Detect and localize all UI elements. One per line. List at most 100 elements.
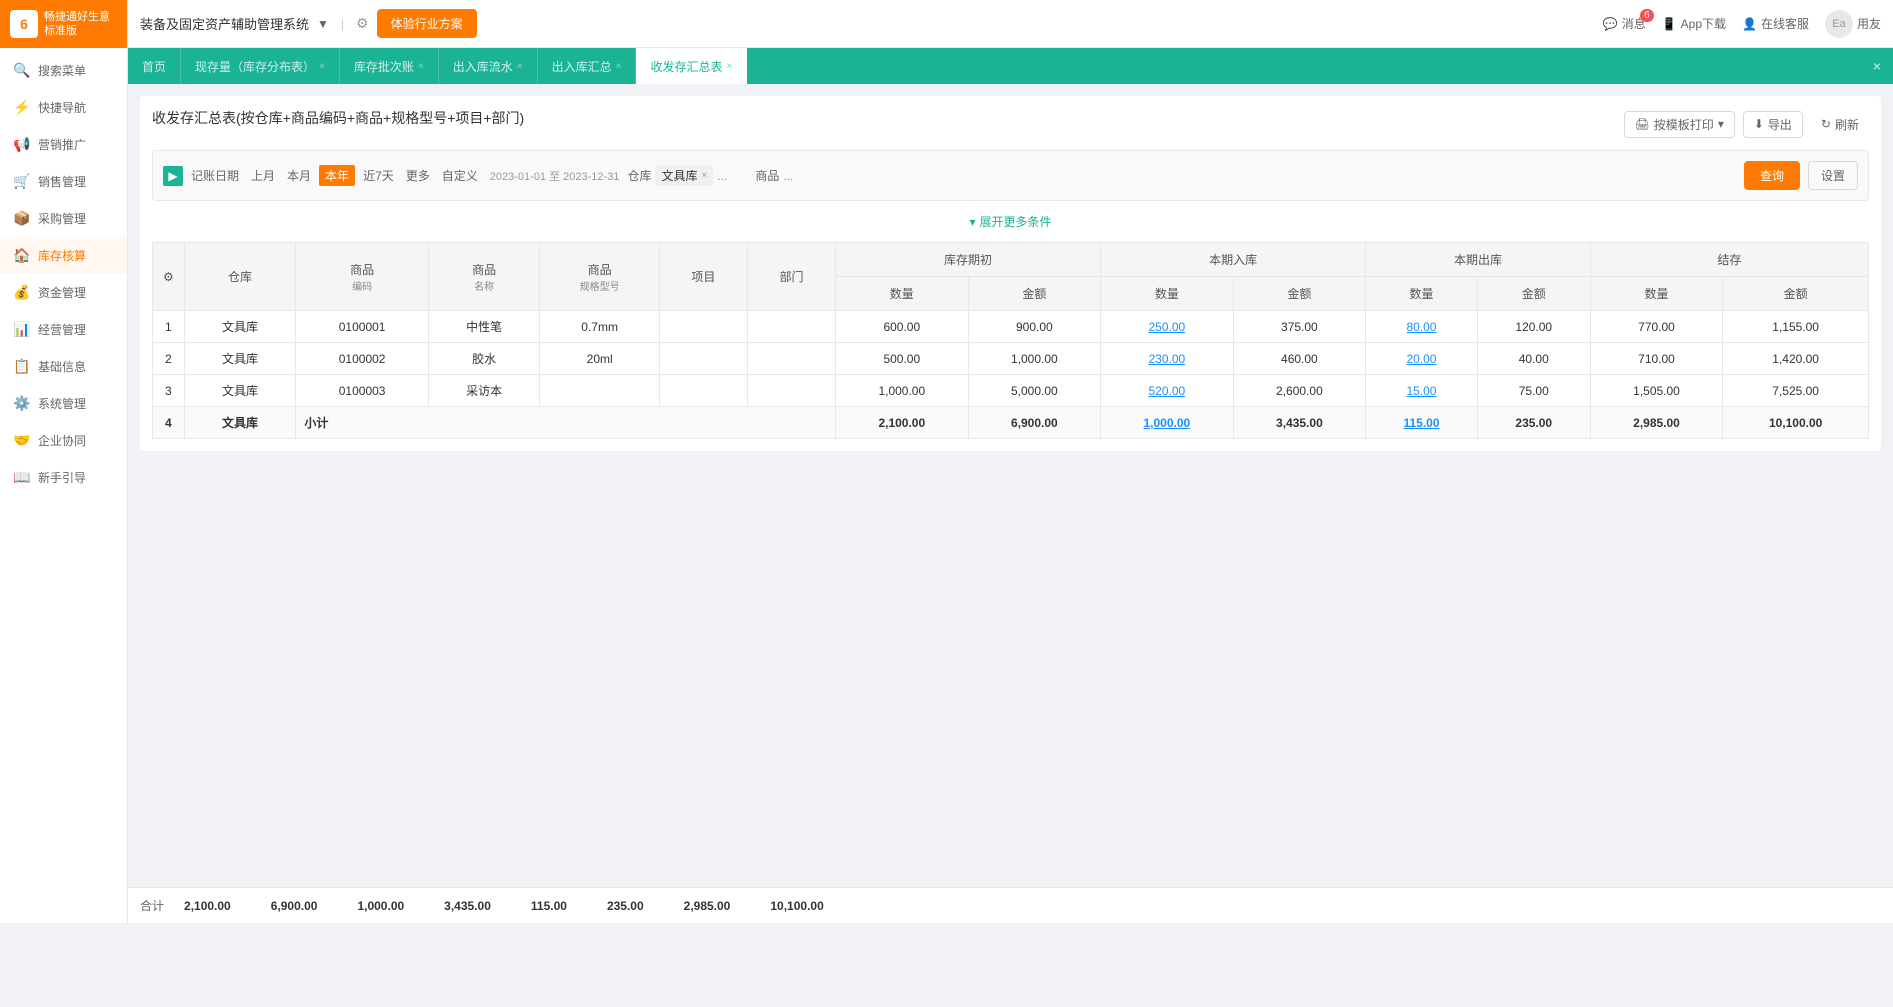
th-product-spec: 商品规格型号 xyxy=(540,243,659,311)
sidebar-item-finance[interactable]: 💰资金管理 xyxy=(0,274,127,311)
warehouse-tag-close[interactable]: × xyxy=(701,170,707,181)
cell-bal-amt: 1,155.00 xyxy=(1723,311,1869,343)
chevron-down-icon: ▾ xyxy=(1718,117,1724,131)
date-option-本月[interactable]: 本月 xyxy=(283,165,315,186)
cell-begin-amt: 1,000.00 xyxy=(968,343,1101,375)
sidebar-item-quick-nav[interactable]: ⚡快捷导航 xyxy=(0,89,127,126)
cell-in-amt: 375.00 xyxy=(1233,311,1366,343)
warehouse-tag: 文具库 × xyxy=(655,165,713,186)
sidebar-item-marketing[interactable]: 📢营销推广 xyxy=(0,126,127,163)
cell-no: 2 xyxy=(153,343,185,375)
trial-button[interactable]: 体验行业方案 xyxy=(377,9,477,38)
system-dropdown[interactable]: ▼ xyxy=(317,17,329,31)
total-label: 合计 xyxy=(140,897,164,914)
warehouse-label: 仓库 xyxy=(627,167,651,184)
tab-close[interactable]: × xyxy=(726,61,732,72)
total-in-qty: 1,000.00 xyxy=(357,899,404,913)
gear-icon[interactable]: ⚙ xyxy=(356,15,369,32)
inventory-icon: 🏠 xyxy=(14,248,30,264)
th-bal-amt: 金额 xyxy=(1723,277,1869,311)
cell-warehouse: 文具库 xyxy=(184,311,296,343)
tab-3[interactable]: 出入库流水× xyxy=(439,48,538,84)
message-icon: 💬 xyxy=(1603,17,1618,31)
sidebar-item-inventory[interactable]: 🏠库存核算 xyxy=(0,237,127,274)
user-item[interactable]: Ea 用友 xyxy=(1825,10,1881,38)
tab-4[interactable]: 出入库汇总 × xyxy=(538,48,637,84)
sidebar-item-sales[interactable]: 🛒销售管理 xyxy=(0,163,127,200)
system-icon: ⚙️ xyxy=(14,396,30,412)
sidebar-item-label: 系统管理 xyxy=(38,395,86,412)
date-option-近7天[interactable]: 近7天 xyxy=(359,165,398,186)
export-button[interactable]: ⬇ 导出 xyxy=(1743,111,1803,138)
date-option-上月[interactable]: 上月 xyxy=(247,165,279,186)
sidebar-item-basic[interactable]: 📋基础信息 xyxy=(0,348,127,385)
sidebar-item-search[interactable]: 🔍搜索菜单 xyxy=(0,52,127,89)
tab-2[interactable]: 库存批次账× xyxy=(340,48,439,84)
sidebar-logo: 6 畅捷通好生意 标准版 xyxy=(0,0,127,48)
tab-close[interactable]: × xyxy=(616,61,622,72)
th-project: 项目 xyxy=(659,243,747,311)
cell-begin-amt: 900.00 xyxy=(968,311,1101,343)
cell-in-qty[interactable]: 230.00 xyxy=(1101,343,1234,375)
purchase-icon: 📦 xyxy=(14,211,30,227)
messages-item[interactable]: 💬 消息 6 xyxy=(1603,15,1646,32)
cell-out-qty[interactable]: 80.00 xyxy=(1366,311,1478,343)
cell-no: 1 xyxy=(153,311,185,343)
chevron-down-icon: ▾ xyxy=(969,215,975,229)
subtotal-bal-qty: 2,985.00 xyxy=(1590,407,1723,439)
filter-toggle-button[interactable]: ▶ xyxy=(163,166,183,186)
tab-close[interactable]: × xyxy=(418,61,424,72)
total-out-qty: 115.00 xyxy=(531,899,567,913)
phone-icon: 📱 xyxy=(1662,17,1677,31)
basic-icon: 📋 xyxy=(14,359,30,375)
expand-filter[interactable]: ▾ 展开更多条件 xyxy=(152,209,1869,234)
cell-in-qty[interactable]: 250.00 xyxy=(1101,311,1234,343)
date-label: 记账日期 xyxy=(191,167,239,184)
th-begin-qty: 数量 xyxy=(836,277,969,311)
cell-out-qty[interactable]: 20.00 xyxy=(1366,343,1478,375)
subtotal-out-qty: 115.00 xyxy=(1366,407,1478,439)
cell-product-code: 0100003 xyxy=(296,375,429,407)
app-download-item[interactable]: 📱 App下载 xyxy=(1662,15,1726,32)
tab-1[interactable]: 现存量（库存分布表） × xyxy=(181,48,340,84)
tab-close[interactable]: × xyxy=(517,61,523,72)
product-more[interactable]: ... xyxy=(783,169,793,183)
query-button[interactable]: 查询 xyxy=(1744,161,1800,190)
cell-project xyxy=(659,375,747,407)
logo-icon: 6 xyxy=(10,10,38,38)
tab-close[interactable]: × xyxy=(319,61,325,72)
sidebar: 6 畅捷通好生意 标准版 🔍搜索菜单⚡快捷导航📢营销推广🛒销售管理📦采购管理🏠库… xyxy=(0,0,128,923)
warehouse-more[interactable]: ... xyxy=(717,169,727,183)
cell-project xyxy=(659,343,747,375)
date-option-本年[interactable]: 本年 xyxy=(319,165,355,186)
cell-in-qty[interactable]: 520.00 xyxy=(1101,375,1234,407)
operations-icon: 📊 xyxy=(14,322,30,338)
sidebar-item-guide[interactable]: 📖新手引导 xyxy=(0,459,127,496)
page-card: 收发存汇总表(按仓库+商品编码+商品+规格型号+项目+部门) 🖨 按模板打印 ▾… xyxy=(140,96,1881,451)
messages-badge: 6 xyxy=(1640,9,1654,22)
date-option-自定义[interactable]: 自定义 xyxy=(438,165,482,186)
logo-subtitle: 标准版 xyxy=(44,24,110,38)
tab-bar-close-all[interactable]: × xyxy=(1873,58,1881,74)
date-option-更多[interactable]: 更多 xyxy=(402,165,434,186)
total-begin-amt: 6,900.00 xyxy=(271,899,318,913)
total-begin-qty: 2,100.00 xyxy=(184,899,231,913)
online-service-item[interactable]: 👤 在线客服 xyxy=(1742,15,1809,32)
cell-bal-qty: 1,505.00 xyxy=(1590,375,1723,407)
total-in-amt: 3,435.00 xyxy=(444,899,491,913)
sidebar-item-operations[interactable]: 📊经营管理 xyxy=(0,311,127,348)
tab-5[interactable]: 收发存汇总表× xyxy=(636,48,747,84)
sidebar-item-enterprise[interactable]: 🤝企业协同 xyxy=(0,422,127,459)
sidebar-item-purchase[interactable]: 📦采购管理 xyxy=(0,200,127,237)
sidebar-item-system[interactable]: ⚙️ 系统管理 xyxy=(0,385,127,422)
refresh-button[interactable]: ↻ 刷新 xyxy=(1811,112,1869,137)
tab-0[interactable]: 首页 xyxy=(128,48,181,84)
settings-button[interactable]: 设置 xyxy=(1808,161,1858,190)
cell-out-qty[interactable]: 15.00 xyxy=(1366,375,1478,407)
tab-label: 出入库汇总 xyxy=(552,58,612,75)
tab-label: 现存量（库存分布表） xyxy=(195,58,315,75)
print-button[interactable]: 🖨 按模板打印 ▾ xyxy=(1624,111,1735,138)
sidebar-item-label: 快捷导航 xyxy=(38,99,86,116)
cell-department xyxy=(747,375,835,407)
th-settings[interactable]: ⚙ xyxy=(153,243,185,311)
